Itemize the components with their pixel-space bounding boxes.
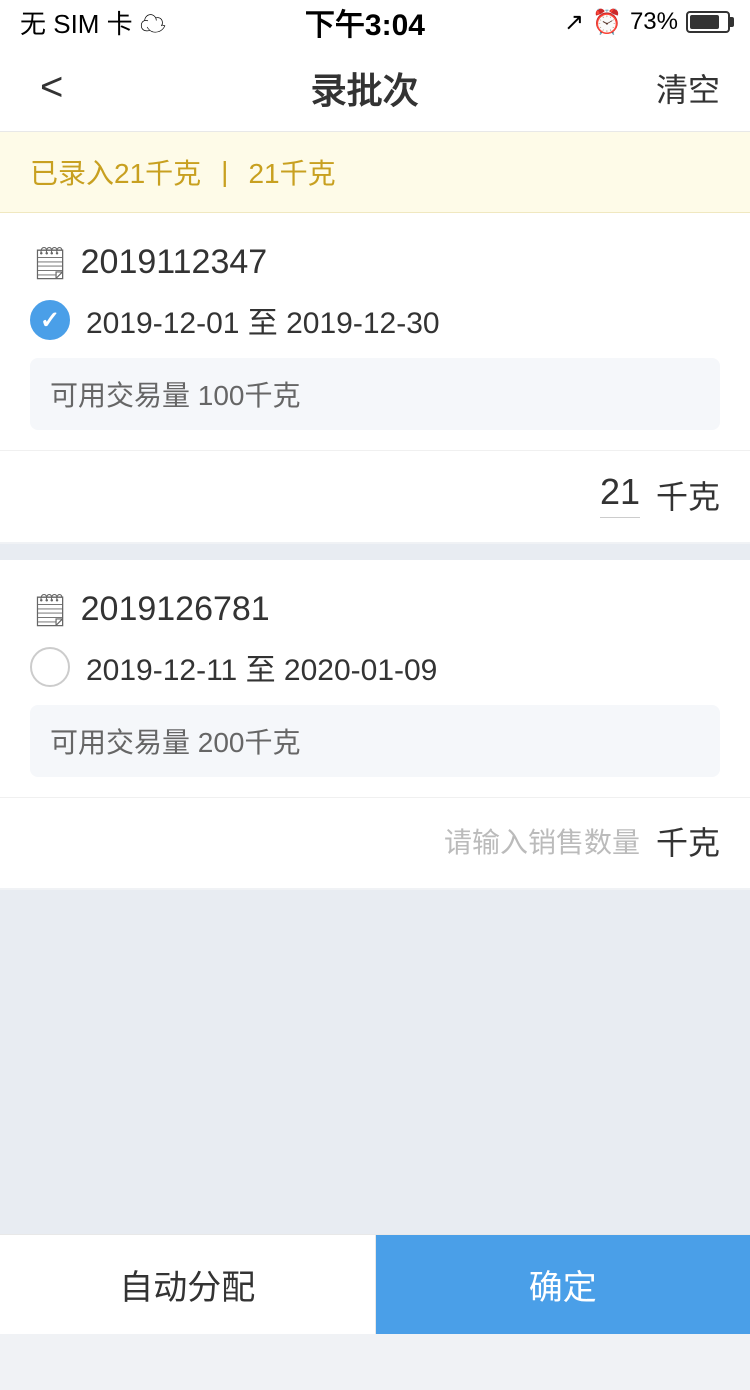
auto-distribute-button[interactable]: 自动分配 (0, 1235, 376, 1334)
alarm-icon: ⏰ (592, 8, 622, 37)
battery-percent: 73% (630, 8, 678, 36)
batch-1-radio[interactable] (30, 300, 70, 340)
batch-2-qty-placeholder: 请输入销售数量 (30, 821, 640, 861)
batch-2-qty-unit: 千克 (656, 818, 720, 864)
batch-card-2-inner: 🗒 2019126781 2019-12-11 至 2020-01-09 可用交… (0, 560, 750, 797)
batch-2-header: 🗒 2019126781 (30, 590, 720, 629)
page-title: 录批次 (311, 62, 419, 114)
summary-bar: 已录入21千克 | 21千克 (0, 132, 750, 213)
batch-2-qty-row: 请输入销售数量 千克 (0, 797, 750, 888)
doc-icon-2: 🗒 (30, 591, 71, 629)
batch-1-header: 🗒 2019112347 (30, 243, 720, 282)
batch-1-number: 2019112347 (81, 243, 268, 282)
confirm-button[interactable]: 确定 (376, 1235, 750, 1334)
section-separator-1 (0, 544, 750, 560)
summary-value: 21千克 (248, 152, 335, 192)
batch-card-1-inner: 🗒 2019112347 2019-12-01 至 2019-12-30 可用交… (0, 213, 750, 450)
status-right: ↗ ⏰ 73% (564, 8, 730, 37)
bottom-empty-area (0, 890, 750, 1290)
footer: 自动分配 确定 (0, 1234, 750, 1334)
batch-1-available: 可用交易量 100千克 (30, 358, 720, 430)
sim-status: 无 SIM 卡 ☁ (20, 4, 166, 41)
batch-2-number: 2019126781 (81, 590, 270, 629)
location-icon: ↗ (564, 8, 584, 37)
batch-1-date-range: 2019-12-01 至 2019-12-30 (86, 298, 440, 342)
nav-bar: < 录批次 清空 (0, 44, 750, 132)
batch-1-date-row: 2019-12-01 至 2019-12-30 (30, 298, 720, 342)
summary-divider: | (221, 156, 228, 188)
back-button[interactable]: < (30, 55, 73, 120)
clear-button[interactable]: 清空 (656, 65, 720, 111)
status-left: 无 SIM 卡 ☁ (20, 4, 166, 41)
batch-2-date-range: 2019-12-11 至 2020-01-09 (86, 645, 437, 689)
content-area: 🗒 2019112347 2019-12-01 至 2019-12-30 可用交… (0, 213, 750, 1390)
status-bar: 无 SIM 卡 ☁ 下午3:04 ↗ ⏰ 73% (0, 0, 750, 44)
batch-2-available: 可用交易量 200千克 (30, 705, 720, 777)
doc-icon-1: 🗒 (30, 244, 71, 282)
batch-2-radio[interactable] (30, 647, 70, 687)
status-time: 下午3:04 (305, 0, 425, 44)
batch-1-qty-value: 21 (600, 471, 640, 518)
batch-1-qty-row: 21 千克 (0, 450, 750, 542)
batch-card-1: 🗒 2019112347 2019-12-01 至 2019-12-30 可用交… (0, 213, 750, 542)
batch-1-qty-unit: 千克 (656, 472, 720, 518)
batch-card-2: 🗒 2019126781 2019-12-11 至 2020-01-09 可用交… (0, 560, 750, 888)
batch-2-date-row: 2019-12-11 至 2020-01-09 (30, 645, 720, 689)
summary-label: 已录入21千克 (30, 152, 201, 192)
battery-icon (686, 11, 730, 33)
